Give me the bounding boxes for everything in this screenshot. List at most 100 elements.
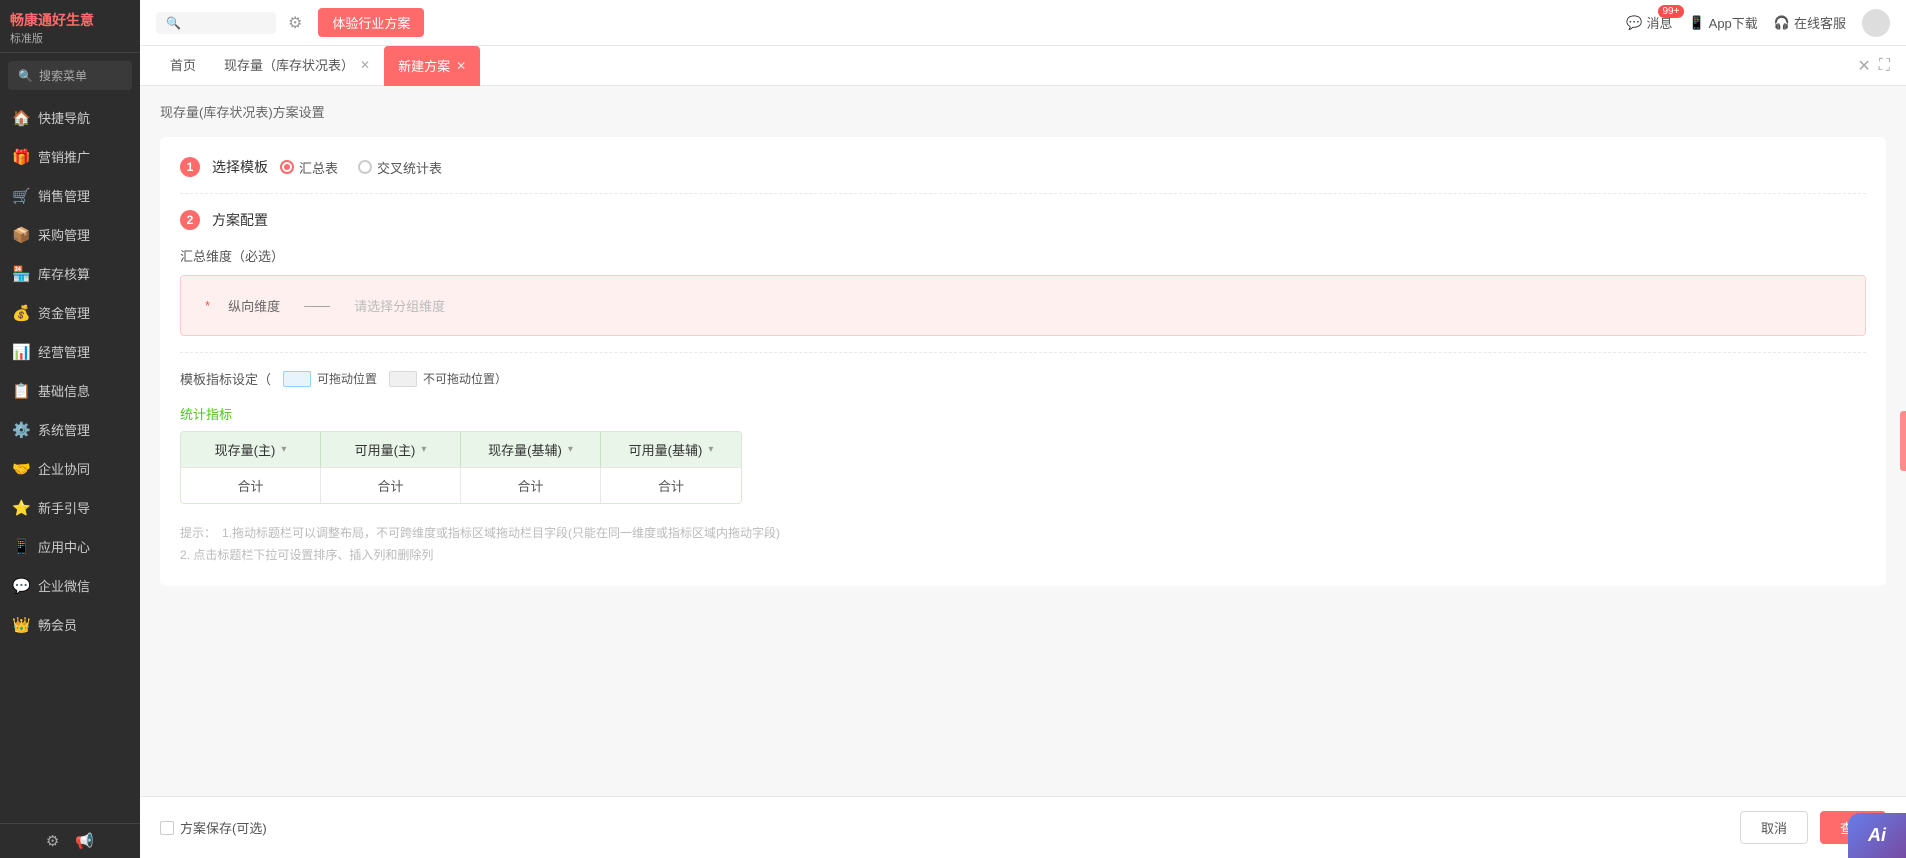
sidebar-item-inventory[interactable]: 🏪 库存核算 — [0, 254, 140, 293]
sidebar-item-cooperation[interactable]: 🤝 企业协同 — [0, 449, 140, 488]
divider1 — [180, 193, 1866, 194]
app-download-label: App下载 — [1709, 13, 1758, 32]
sidebar-item-basic-label: 基础信息 — [38, 381, 90, 400]
col-header-2[interactable]: 现存量(基辅) ▾ — [461, 432, 601, 467]
tab-inventory[interactable]: 现存量（库存状况表） ✕ — [210, 46, 384, 86]
handshake-icon: 🤝 — [12, 460, 30, 478]
speaker-footer-icon[interactable]: 📢 — [75, 832, 94, 850]
required-star: * — [205, 298, 210, 313]
radio-cross-label: 交叉统计表 — [377, 158, 442, 177]
sidebar-search-label: 搜索菜单 — [39, 67, 87, 84]
save-scheme-checkbox-label[interactable]: 方案保存(可选) — [160, 818, 267, 837]
sidebar-item-operation-label: 经营管理 — [38, 342, 90, 361]
dimension-placeholder: 请选择分组维度 — [354, 296, 445, 315]
col-label-1: 可用量(主) — [355, 440, 416, 459]
sidebar-item-inventory-label: 库存核算 — [38, 264, 90, 283]
crown-icon: 👑 — [12, 616, 30, 634]
save-scheme-checkbox[interactable] — [160, 821, 174, 835]
cell-1: 合计 — [321, 467, 461, 503]
bottom-section: 方案保存(可选) 取消 查询 — [140, 796, 1906, 858]
divider2 — [180, 352, 1866, 353]
stats-section-label: 统计指标 — [180, 404, 1866, 423]
col-header-0[interactable]: 现存量(主) ▾ — [181, 432, 321, 467]
sidebar-item-member[interactable]: 👑 畅会员 — [0, 605, 140, 644]
search-icon: 🔍 — [18, 69, 33, 83]
sidebar-item-apps-label: 应用中心 — [38, 537, 90, 556]
radio-summary[interactable]: 汇总表 — [280, 158, 338, 177]
movable-label: 可拖动位置 — [317, 370, 377, 387]
tab-new-scheme[interactable]: 新建方案 ✕ — [384, 46, 480, 86]
chevron-1: ▾ — [421, 444, 426, 455]
step2-row: 2 方案配置 — [180, 210, 1866, 230]
sidebar-item-basic[interactable]: 📋 基础信息 — [0, 371, 140, 410]
sidebar-item-cooperation-label: 企业协同 — [38, 459, 90, 478]
tab-inventory-label: 现存量（库存状况表） — [224, 55, 354, 74]
template-setting-label: 模板指标设定（ — [180, 369, 271, 388]
tab-inventory-close[interactable]: ✕ — [360, 58, 370, 72]
col-header-3[interactable]: 可用量(基辅) ▾ — [601, 432, 741, 467]
sidebar: 畅康通好生意 标准版 🔍 搜索菜单 🏠 快捷导航 🎁 营销推广 🛒 销售管理 📦… — [0, 0, 140, 858]
immovable-indicator: 不可拖动位置） — [389, 370, 507, 387]
chevron-0: ▾ — [281, 444, 286, 455]
settings-card: 1 选择模板 汇总表 交叉统计表 2 方案配置 — [160, 137, 1886, 586]
dash: —— — [304, 298, 330, 313]
dimension-select-box[interactable]: * 纵向维度 —— 请选择分组维度 — [180, 275, 1866, 336]
sidebar-footer: ⚙ 📢 — [0, 823, 140, 858]
sidebar-item-quicknav[interactable]: 🏠 快捷导航 — [0, 98, 140, 137]
template-radio-group: 汇总表 交叉统计表 — [280, 158, 442, 177]
message-badge[interactable]: 💬 消息 99+ — [1626, 13, 1672, 32]
metrics-table-body: 合计 合计 合计 合计 — [181, 467, 741, 503]
sidebar-item-system[interactable]: ⚙️ 系统管理 — [0, 410, 140, 449]
app-edition: 标准版 — [10, 30, 130, 46]
sidebar-item-sales[interactable]: 🛒 销售管理 — [0, 176, 140, 215]
topbar-gear-icon[interactable]: ⚙ — [288, 13, 302, 33]
chevron-3: ▾ — [708, 444, 713, 455]
trial-button[interactable]: 体验行业方案 — [318, 8, 424, 37]
topbar-search-box[interactable]: 🔍 — [156, 12, 276, 34]
sidebar-item-newbie-label: 新手引导 — [38, 498, 90, 517]
radio-summary-label: 汇总表 — [299, 158, 338, 177]
settings-footer-icon[interactable]: ⚙ — [46, 832, 59, 850]
main-area: 🔍 ⚙ 体验行业方案 💬 消息 99+ 📱 App下载 🎧 在线客服 首页 — [140, 0, 1906, 858]
sidebar-item-wechat[interactable]: 💬 企业微信 — [0, 566, 140, 605]
metrics-table-header: 现存量(主) ▾ 可用量(主) ▾ 现存量(基辅) ▾ 可用量(基辅) ▾ — [181, 432, 741, 467]
close-window-icon[interactable]: ✕ — [1857, 56, 1870, 76]
sidebar-item-finance-label: 资金管理 — [38, 303, 90, 322]
money-icon: 💰 — [12, 304, 30, 322]
app-name: 畅康通好生意 — [10, 10, 130, 30]
sidebar-item-quicknav-label: 快捷导航 — [38, 108, 90, 127]
headset-icon: 🎧 — [1774, 15, 1790, 31]
sidebar-item-finance[interactable]: 💰 资金管理 — [0, 293, 140, 332]
sidebar-item-apps[interactable]: 📱 应用中心 — [0, 527, 140, 566]
chevron-2: ▾ — [568, 444, 573, 455]
sidebar-item-marketing-label: 营销推广 — [38, 147, 90, 166]
sidebar-item-purchase[interactable]: 📦 采购管理 — [0, 215, 140, 254]
col-header-1[interactable]: 可用量(主) ▾ — [321, 432, 461, 467]
expand-window-icon[interactable]: ⛶ — [1879, 57, 1890, 75]
sidebar-item-operation[interactable]: 📊 经营管理 — [0, 332, 140, 371]
cancel-button[interactable]: 取消 — [1740, 811, 1808, 844]
dimension-label: 汇总维度（必选） — [180, 246, 1866, 265]
sidebar-item-marketing[interactable]: 🎁 营销推广 — [0, 137, 140, 176]
tab-new-scheme-label: 新建方案 — [398, 56, 450, 75]
sidebar-item-wechat-label: 企业微信 — [38, 576, 90, 595]
chat-icon: 💬 — [12, 577, 30, 595]
home-icon: 🏠 — [12, 109, 30, 127]
online-service-btn[interactable]: 🎧 在线客服 — [1774, 13, 1846, 32]
radio-cross[interactable]: 交叉统计表 — [358, 158, 442, 177]
ai-fab-button[interactable]: Ai — [1848, 813, 1906, 858]
download-icon: 📱 — [1688, 15, 1704, 31]
app-download-btn[interactable]: 📱 App下载 — [1688, 13, 1757, 32]
user-avatar[interactable] — [1862, 9, 1890, 37]
step2-title: 方案配置 — [212, 210, 268, 230]
metrics-table: 现存量(主) ▾ 可用量(主) ▾ 现存量(基辅) ▾ 可用量(基辅) ▾ — [180, 431, 742, 504]
sidebar-item-newbie[interactable]: ⭐ 新手引导 — [0, 488, 140, 527]
store-icon: 🏪 — [12, 265, 30, 283]
right-panel-handle[interactable] — [1900, 411, 1906, 471]
col-label-3: 可用量(基辅) — [629, 440, 703, 459]
tab-new-scheme-close[interactable]: ✕ — [456, 59, 466, 73]
sidebar-search[interactable]: 🔍 搜索菜单 — [8, 61, 132, 90]
tab-home[interactable]: 首页 — [156, 46, 210, 86]
vertical-label: 纵向维度 — [228, 296, 280, 315]
movable-indicator: 可拖动位置 — [283, 370, 377, 387]
